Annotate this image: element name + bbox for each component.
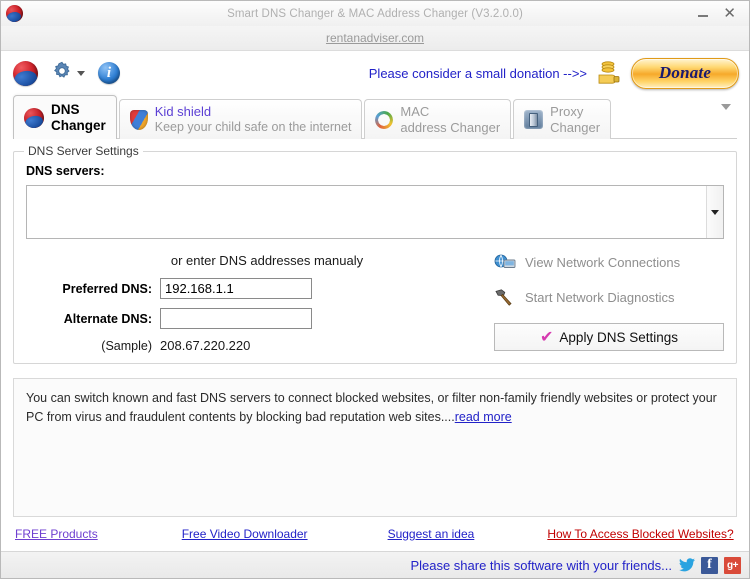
toolbar-app-icon[interactable] [13, 60, 38, 86]
group-title: DNS Server Settings [24, 144, 143, 158]
google-plus-icon[interactable]: g+ [724, 556, 741, 574]
hammer-icon [494, 288, 516, 306]
main-content: DNS Server Settings DNS servers: or ente… [1, 139, 749, 517]
network-connections-icon [494, 253, 516, 271]
footer-link-free-video-downloader[interactable]: Free Video Downloader [182, 527, 308, 541]
share-text: Please share this software with your fri… [410, 557, 672, 573]
dns-servers-label: DNS servers: [26, 164, 105, 178]
titlebar: Smart DNS Changer & MAC Address Changer … [1, 1, 749, 26]
facebook-icon[interactable]: f [701, 556, 718, 574]
globe-icon [24, 107, 44, 128]
preferred-dns-input[interactable] [160, 278, 312, 299]
chevron-down-icon [721, 104, 731, 127]
donate-button[interactable]: Donate [631, 57, 739, 89]
apply-dns-settings-button[interactable]: ✔ Apply DNS Settings [494, 323, 724, 351]
window-controls: ✕ [697, 6, 749, 21]
description-box: You can switch known and fast DNS server… [13, 378, 737, 517]
site-link[interactable]: rentanadviser.com [326, 31, 424, 45]
view-network-connections-link[interactable]: View Network Connections [494, 253, 724, 271]
tab-kid-shield-line2: Keep your child safe on the internet [154, 119, 352, 134]
dns-server-settings-group: DNS Server Settings DNS servers: or ente… [13, 144, 737, 364]
preferred-dns-row: Preferred DNS: [26, 278, 488, 299]
mac-icon [375, 110, 394, 129]
footer-link-free-products[interactable]: FREE Products [15, 527, 98, 541]
dns-servers-combobox[interactable] [26, 185, 724, 239]
tab-mac-address-changer[interactable]: MAC address Changer [364, 99, 512, 139]
tab-kid-shield-line1: Kid shield [154, 104, 212, 120]
donation-message: Please consider a small donation -->> [368, 65, 587, 81]
footer-link-how-to-access-blocked-websites[interactable]: How To Access Blocked Websites? [547, 527, 733, 541]
description-text: You can switch known and fast DNS server… [26, 391, 717, 425]
tabs-overflow-button[interactable] [721, 104, 731, 128]
share-bar: Please share this software with your fri… [1, 551, 749, 578]
chevron-down-icon [711, 209, 719, 215]
alternate-dns-label: Alternate DNS: [63, 311, 152, 326]
check-icon: ✔ [540, 327, 554, 346]
sample-label: (Sample) [101, 338, 152, 353]
alternate-dns-input[interactable] [160, 308, 312, 329]
sample-row: (Sample) 208.67.220.220 [26, 338, 488, 353]
coins-hand-icon [596, 60, 622, 87]
tab-dns-changer-line1: DNS [51, 101, 80, 117]
manual-entry-hint: or enter DNS addresses manualy [170, 253, 364, 268]
tab-dns-changer-line2: Changer [51, 117, 106, 133]
dns-servers-dropdown-button[interactable] [706, 186, 723, 238]
proxy-icon [524, 110, 544, 129]
toolbar: i Please consider a small donation -->> … [1, 51, 749, 95]
gear-icon [51, 60, 73, 87]
settings-button[interactable] [51, 60, 85, 87]
tabstrip: DNS Changer Kid shield Keep your child s… [1, 95, 749, 139]
close-button[interactable]: ✕ [723, 6, 736, 21]
alternate-dns-row: Alternate DNS: [26, 308, 488, 329]
tab-proxy-line1: Proxy [550, 104, 584, 120]
window-title: Smart DNS Changer & MAC Address Changer … [227, 7, 523, 20]
tab-mac-line1: MAC [400, 104, 430, 120]
sample-value: 208.67.220.220 [160, 338, 251, 353]
tab-proxy-changer[interactable]: Proxy Changer [513, 99, 612, 139]
site-link-bar: rentanadviser.com [1, 26, 749, 51]
dns-servers-value[interactable] [27, 186, 706, 238]
info-button[interactable]: i [98, 62, 120, 84]
footer-link-suggest-an-idea[interactable]: Suggest an idea [388, 527, 475, 541]
tab-mac-line2: address Changer [400, 119, 501, 135]
info-icon: i [98, 62, 120, 84]
app-window: Smart DNS Changer & MAC Address Changer … [0, 0, 750, 579]
preferred-dns-label: Preferred DNS: [62, 281, 152, 296]
footer-links: FREE Products Free Video Downloader Sugg… [1, 517, 749, 551]
window-app-icon [6, 4, 24, 23]
start-network-diagnostics-link[interactable]: Start Network Diagnostics [494, 288, 724, 306]
shield-icon [129, 109, 148, 130]
tab-kid-shield[interactable]: Kid shield Keep your child safe on the i… [118, 99, 363, 139]
start-network-diagnostics-label: Start Network Diagnostics [525, 289, 675, 305]
tab-dns-changer[interactable]: DNS Changer [13, 95, 117, 139]
minimize-button[interactable] [697, 8, 709, 20]
twitter-icon[interactable] [678, 557, 695, 574]
tab-proxy-line2: Changer [550, 119, 601, 135]
chevron-down-icon[interactable] [77, 70, 85, 76]
read-more-link[interactable]: read more [455, 410, 512, 424]
apply-dns-settings-label: Apply DNS Settings [559, 329, 678, 345]
view-network-connections-label: View Network Connections [525, 254, 681, 270]
donate-label: Donate [658, 63, 712, 82]
